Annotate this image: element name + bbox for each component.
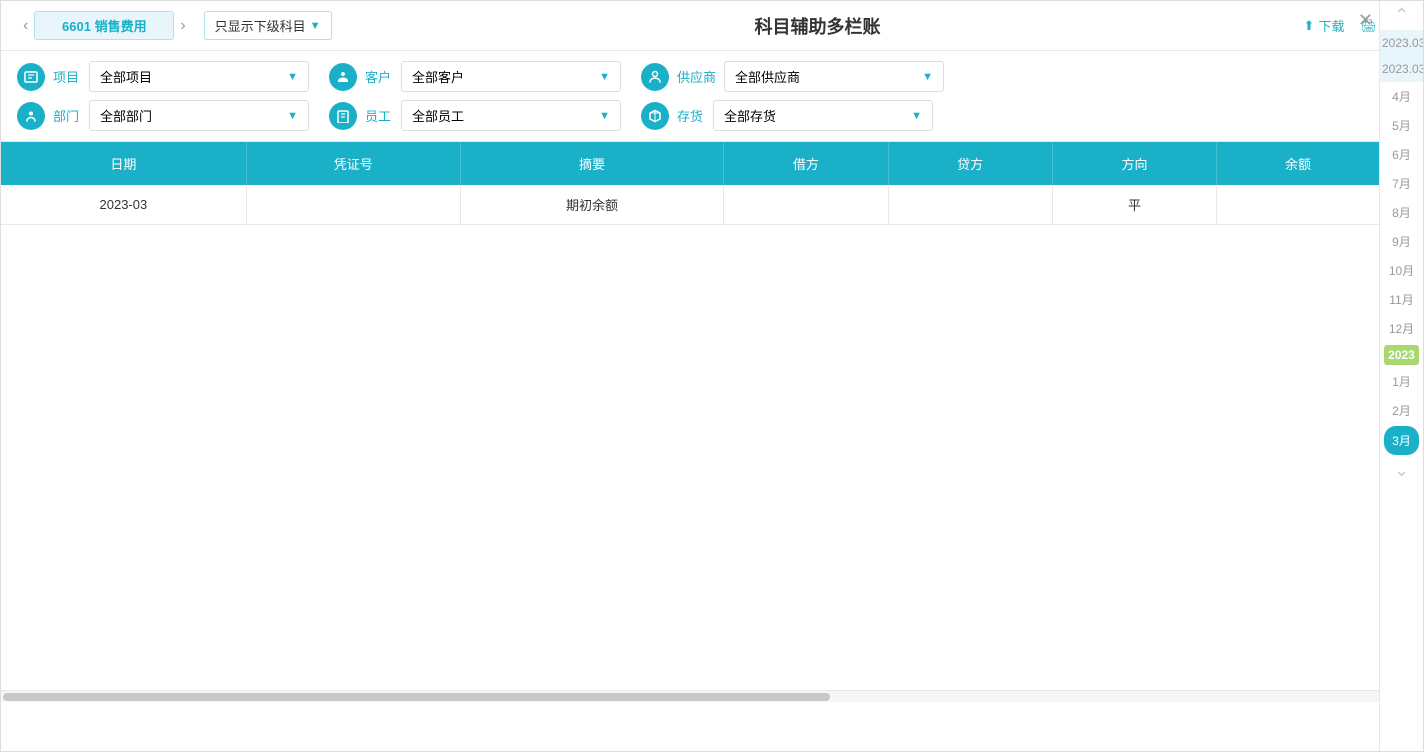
timeline-item-5[interactable]: 5月: [1380, 111, 1423, 140]
account-code[interactable]: 6601 销售费用: [34, 11, 174, 40]
scrollbar-thumb: [3, 693, 830, 701]
customer-value: 全部客户: [412, 67, 464, 86]
timeline-item-2[interactable]: 2月: [1380, 396, 1423, 425]
timeline-up-arrow[interactable]: ⌃: [1390, 1, 1413, 30]
main-area: 日期 凭证号 摘要 借方 贷方 方向 余额 2023-03: [1, 142, 1423, 702]
supplier-label: 供应商: [677, 67, 716, 86]
timeline-item-1[interactable]: 1月: [1380, 367, 1423, 396]
timeline-item-6[interactable]: 6月: [1380, 140, 1423, 169]
timeline-item-10[interactable]: 10月: [1380, 256, 1423, 285]
inventory-arrow-icon: ▼: [911, 110, 922, 122]
timeline-item-3-active[interactable]: 3月: [1384, 426, 1419, 455]
timeline-year-2023[interactable]: 2023: [1384, 345, 1419, 365]
cell-date: 2023-03: [1, 185, 246, 225]
show-sub-accounts-label: 只显示下级科目: [215, 16, 306, 35]
timeline-item-9[interactable]: 9月: [1380, 227, 1423, 256]
next-account-button[interactable]: ›: [174, 15, 191, 37]
timeline-item-12[interactable]: 12月: [1380, 314, 1423, 343]
main-window: ✕ ‹ 6601 销售费用 › 只显示下级科目 ▼ 科目辅助多栏账 ⬆ 下载 🖨…: [0, 0, 1424, 752]
supplier-value: 全部供应商: [735, 67, 800, 86]
close-button[interactable]: ✕: [1358, 11, 1373, 29]
cell-voucher: [246, 185, 460, 225]
ledger-table: 日期 凭证号 摘要 借方 贷方 方向 余额 2023-03: [1, 142, 1379, 225]
employee-label: 员工: [365, 106, 393, 125]
project-arrow-icon: ▼: [287, 71, 298, 83]
employee-icon: [329, 102, 357, 130]
download-label: 下载: [1318, 16, 1344, 35]
col-credit: 贷方: [888, 142, 1052, 185]
download-button[interactable]: ⬆ 下载: [1304, 16, 1345, 35]
timeline-item-8[interactable]: 8月: [1380, 198, 1423, 227]
department-value: 全部部门: [100, 106, 152, 125]
page-title: 科目辅助多栏账: [332, 13, 1304, 39]
cell-direction: 平: [1052, 185, 1216, 225]
customer-label: 客户: [365, 67, 393, 86]
prev-account-button[interactable]: ‹: [17, 15, 34, 37]
table-wrapper[interactable]: 日期 凭证号 摘要 借方 贷方 方向 余额 2023-03: [1, 142, 1379, 690]
customer-select[interactable]: 全部客户 ▼: [401, 61, 621, 92]
header: ‹ 6601 销售费用 › 只显示下级科目 ▼ 科目辅助多栏账 ⬆ 下载 🖨 打…: [1, 1, 1423, 51]
filter-inventory: 存货 全部存货 ▼: [641, 100, 933, 131]
filter-row-2: 部门 全部部门 ▼ 员工 全部员工 ▼: [17, 100, 1407, 131]
inventory-select[interactable]: 全部存货 ▼: [713, 100, 933, 131]
inventory-label: 存货: [677, 106, 705, 125]
col-summary: 摘要: [460, 142, 724, 185]
customer-icon: [329, 63, 357, 91]
timeline-item-2023-03-1[interactable]: 2023.03: [1380, 30, 1423, 56]
col-debit: 借方: [724, 142, 888, 185]
project-select[interactable]: 全部项目 ▼: [89, 61, 309, 92]
department-arrow-icon: ▼: [287, 110, 298, 122]
employee-arrow-icon: ▼: [599, 110, 610, 122]
cell-debit: [724, 185, 888, 225]
table-header: 日期 凭证号 摘要 借方 贷方 方向 余额: [1, 142, 1379, 185]
employee-value: 全部员工: [412, 106, 464, 125]
inventory-value: 全部存货: [724, 106, 776, 125]
horizontal-scrollbar[interactable]: [1, 690, 1379, 702]
customer-arrow-icon: ▼: [599, 71, 610, 83]
inventory-icon: [641, 102, 669, 130]
dropdown-arrow-icon: ▼: [310, 20, 321, 32]
table-row: 2023-03 期初余额 平: [1, 185, 1379, 225]
project-value: 全部项目: [100, 67, 152, 86]
department-icon: [17, 102, 45, 130]
employee-select[interactable]: 全部员工 ▼: [401, 100, 621, 131]
table-body: 2023-03 期初余额 平: [1, 185, 1379, 225]
department-label: 部门: [53, 106, 81, 125]
timeline-item-11[interactable]: 11月: [1380, 285, 1423, 314]
content-wrapper: 日期 凭证号 摘要 借方 贷方 方向 余额 2023-03: [1, 142, 1379, 702]
download-icon: ⬆: [1304, 18, 1315, 34]
filter-bar: 项目 全部项目 ▼ 客户 全部客户 ▼: [1, 51, 1423, 142]
cell-balance: [1217, 185, 1379, 225]
show-sub-accounts-dropdown[interactable]: 只显示下级科目 ▼: [204, 11, 332, 40]
supplier-arrow-icon: ▼: [922, 71, 933, 83]
department-select[interactable]: 全部部门 ▼: [89, 100, 309, 131]
project-label: 项目: [53, 67, 81, 86]
timeline-down-arrow[interactable]: ⌄: [1390, 456, 1413, 485]
project-icon: [17, 63, 45, 91]
filter-employee: 员工 全部员工 ▼: [329, 100, 621, 131]
filter-department: 部门 全部部门 ▼: [17, 100, 309, 131]
timeline-panel: ⌃ 2023.03 2023.03 4月 5月 6月 7月 8月 9月 10月 …: [1379, 1, 1423, 751]
timeline-item-7[interactable]: 7月: [1380, 169, 1423, 198]
filter-row-1: 项目 全部项目 ▼ 客户 全部客户 ▼: [17, 61, 1407, 92]
timeline-item-2023-03-2[interactable]: 2023.03: [1380, 56, 1423, 82]
timeline-item-4[interactable]: 4月: [1380, 82, 1423, 111]
col-date: 日期: [1, 142, 246, 185]
col-balance: 余额: [1217, 142, 1379, 185]
filter-supplier: 供应商 全部供应商 ▼: [641, 61, 944, 92]
col-direction: 方向: [1052, 142, 1216, 185]
cell-summary: 期初余额: [460, 185, 724, 225]
cell-credit: [888, 185, 1052, 225]
supplier-icon: [641, 63, 669, 91]
filter-customer: 客户 全部客户 ▼: [329, 61, 621, 92]
col-voucher: 凭证号: [246, 142, 460, 185]
supplier-select[interactable]: 全部供应商 ▼: [724, 61, 944, 92]
filter-project: 项目 全部项目 ▼: [17, 61, 309, 92]
